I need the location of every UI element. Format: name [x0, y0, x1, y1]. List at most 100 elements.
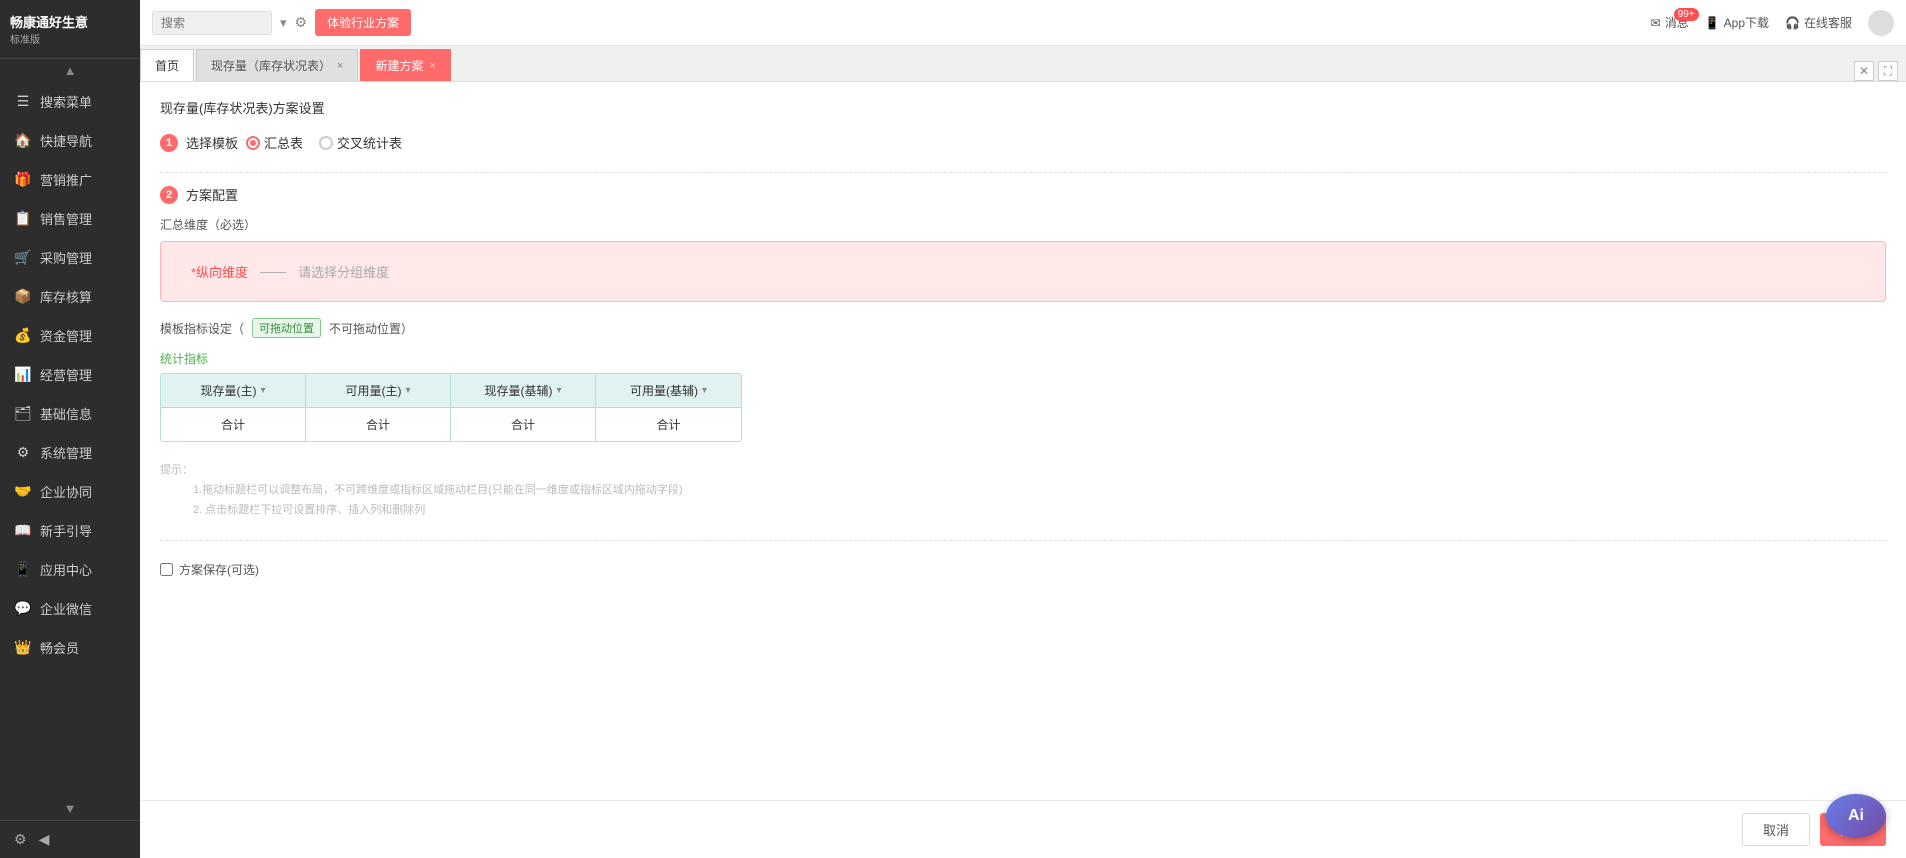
- col-2-chevron[interactable]: ▾: [556, 385, 561, 396]
- sidebar-label-finance: 资金管理: [40, 326, 92, 345]
- ai-button[interactable]: Ai: [1826, 794, 1886, 838]
- stats-header-cell-0: 现存量(主) ▾: [161, 374, 305, 408]
- sidebar-label-wechat: 企业微信: [40, 599, 92, 618]
- sidebar-nav: ☰搜索菜单🏠快捷导航🎁营销推广 📋 销售管理 🛒采购管理📦库存核算 💰 资金管理 📊经营管理…: [0, 82, 140, 797]
- save-option-label: 方案保存(可选): [179, 561, 259, 578]
- sidebar-item-wechat[interactable]: 💬企业微信: [0, 589, 140, 628]
- stats-col-0: 现存量(主) ▾ 合计: [161, 374, 306, 441]
- tab-new-plan[interactable]: 新建方案 ×: [360, 49, 450, 81]
- sidebar-item-finance[interactable]: 💰 资金管理: [0, 316, 140, 355]
- sidebar-item-inventory[interactable]: 📦库存核算: [0, 277, 140, 316]
- sidebar-item-operations[interactable]: 📊经营管理: [0, 355, 140, 394]
- radio-summary[interactable]: 汇总表: [246, 133, 303, 152]
- sidebar-label-new-guide: 新手引导: [40, 521, 92, 540]
- col-0-label: 现存量(主): [200, 382, 256, 399]
- panel-close-btn[interactable]: ✕: [1854, 61, 1874, 81]
- tip-line-2: 2. 点击标题栏下拉可设置排序、插入列和删除列: [160, 501, 1886, 521]
- sidebar-item-sales[interactable]: 📋 销售管理: [0, 199, 140, 238]
- online-service-badge[interactable]: 🎧 在线客服: [1785, 14, 1852, 31]
- tab-inventory-close-icon[interactable]: ×: [337, 60, 343, 72]
- col-3-label: 可用量(基辅): [630, 382, 698, 399]
- stats-body-cell-1: 合计: [306, 408, 450, 441]
- app-download-label: App下载: [1724, 14, 1769, 31]
- app-download-badge[interactable]: 📱 App下载: [1705, 14, 1769, 31]
- indicator-settings-row: 模板指标设定（ 可拖动位置 不可拖动位置）: [160, 318, 1886, 338]
- cancel-button[interactable]: 取消: [1742, 813, 1810, 846]
- radio-summary-label: 汇总表: [264, 133, 303, 152]
- stats-header-cell-2: 现存量(基辅) ▾: [451, 374, 595, 408]
- draggable-badge: 可拖动位置: [252, 318, 321, 338]
- sidebar-icon-operations: 📊: [14, 366, 32, 383]
- message-badge[interactable]: ✉ 消息 99+: [1651, 14, 1689, 31]
- sidebar-label-app-center: 应用中心: [40, 560, 92, 579]
- sidebar-item-search-menu[interactable]: ☰搜索菜单: [0, 82, 140, 121]
- app-subtitle: 标准版: [10, 31, 130, 46]
- stats-header-cell-1: 可用量(主) ▾: [306, 374, 450, 408]
- settings-gear-icon[interactable]: ⚙: [295, 14, 308, 31]
- col-0-chevron[interactable]: ▾: [260, 385, 265, 396]
- radio-cross-dot: [319, 136, 333, 150]
- sidebar-item-quick-nav[interactable]: 🏠快捷导航: [0, 121, 140, 160]
- tab-inventory-label: 现存量（库存状况表）: [211, 57, 331, 74]
- sidebar-icon-quick-nav: 🏠: [14, 132, 32, 149]
- tab-new-plan-close-icon[interactable]: ×: [429, 60, 435, 72]
- step2-section: 2 方案配置 汇总维度（必选） *纵向维度 —— 请选择分组维度 模板指标设定（…: [160, 185, 1886, 520]
- search-dropdown-icon[interactable]: ▾: [280, 15, 287, 31]
- step2-label: 方案配置: [186, 185, 238, 204]
- radio-cross[interactable]: 交叉统计表: [319, 133, 402, 152]
- sidebar: 畅康通好生意 标准版 ▲ ☰搜索菜单🏠快捷导航🎁营销推广📋销售管理🛒采购管理📦库…: [0, 0, 140, 858]
- experience-btn[interactable]: 体验行业方案: [315, 9, 411, 36]
- indicator-settings-label: 模板指标设定（: [160, 320, 244, 337]
- dimension-box[interactable]: *纵向维度 —— 请选择分组维度: [160, 241, 1886, 302]
- step2-header: 2 方案配置: [160, 185, 1886, 204]
- settings-icon[interactable]: ⚙: [14, 831, 27, 848]
- sidebar-item-app-center[interactable]: 📱 应用中心: [0, 550, 140, 589]
- sidebar-label-search-menu: 搜索菜单: [40, 92, 92, 111]
- footer-bar: 取消 查询: [140, 800, 1906, 858]
- save-checkbox[interactable]: [160, 563, 173, 576]
- sidebar-label-cooperation: 企业协同: [40, 482, 92, 501]
- divider1: [160, 172, 1886, 173]
- col-1-chevron[interactable]: ▾: [405, 385, 410, 396]
- sidebar-icon-sales: 📋: [14, 210, 32, 227]
- sidebar-label-sales: 销售管理: [40, 209, 92, 228]
- tip-line-1: 1.拖动标题栏可以调整布局，不可跨维度或指标区域拖动栏目(只能在同一维度或指标区…: [160, 481, 1886, 501]
- sidebar-scroll-down[interactable]: ▼: [0, 797, 140, 820]
- sidebar-icon-system: ⚙: [14, 444, 32, 461]
- tip-num-1: 1.: [193, 484, 202, 496]
- sidebar-label-system: 系统管理: [40, 443, 92, 462]
- step1-label: 选择模板: [186, 133, 238, 152]
- tips-section: 提示： 1.拖动标题栏可以调整布局，不可跨维度或指标区域拖动栏目(只能在同一维度…: [160, 461, 1886, 520]
- topbar: ▾ ⚙ 体验行业方案 ✉ 消息 99+ 📱 App下载 🎧 在线客服: [140, 0, 1906, 46]
- topbar-right: ✉ 消息 99+ 📱 App下载 🎧 在线客服: [1651, 10, 1894, 36]
- dim-placeholder[interactable]: 请选择分组维度: [298, 262, 389, 281]
- collapse-icon[interactable]: ◀: [39, 831, 50, 848]
- panel-expand-btn[interactable]: ⛶: [1878, 61, 1898, 81]
- user-avatar[interactable]: [1868, 10, 1894, 36]
- content-area: 现存量(库存状况表)方案设置 1 选择模板 汇总表 交叉统计表: [140, 82, 1906, 800]
- search-input[interactable]: [152, 11, 272, 35]
- online-service-label: 在线客服: [1804, 14, 1852, 31]
- stats-table: 现存量(主) ▾ 合计 可用量(主) ▾ 合计: [160, 373, 742, 442]
- sidebar-icon-inventory: 📦: [14, 288, 32, 305]
- sidebar-icon-app-center: 📱: [14, 561, 32, 578]
- dim-dash: ——: [260, 264, 286, 279]
- sidebar-item-marketing[interactable]: 🎁营销推广: [0, 160, 140, 199]
- sidebar-item-new-guide[interactable]: 📖新手引导: [0, 511, 140, 550]
- sidebar-scroll-up[interactable]: ▲: [0, 59, 140, 82]
- tab-new-plan-label: 新建方案: [375, 57, 423, 74]
- tab-home-label: 首页: [155, 57, 179, 74]
- sidebar-item-system[interactable]: ⚙ 系统管理: [0, 433, 140, 472]
- stats-section-label: 统计指标: [160, 350, 1886, 367]
- message-icon: ✉: [1651, 16, 1661, 30]
- col-3-chevron[interactable]: ▾: [702, 385, 707, 396]
- sidebar-item-basic-info[interactable]: 🗂基础信息: [0, 394, 140, 433]
- tip-line-intro: 提示：: [160, 461, 1886, 481]
- stats-col-1: 可用量(主) ▾ 合计: [306, 374, 451, 441]
- sidebar-item-vip[interactable]: 👑畅会员: [0, 628, 140, 667]
- tab-home[interactable]: 首页: [140, 49, 194, 81]
- sidebar-icon-finance: 💰: [14, 327, 32, 344]
- sidebar-item-purchase[interactable]: 🛒采购管理: [0, 238, 140, 277]
- sidebar-item-cooperation[interactable]: 🤝企业协同: [0, 472, 140, 511]
- tab-inventory-status[interactable]: 现存量（库存状况表） ×: [196, 49, 358, 81]
